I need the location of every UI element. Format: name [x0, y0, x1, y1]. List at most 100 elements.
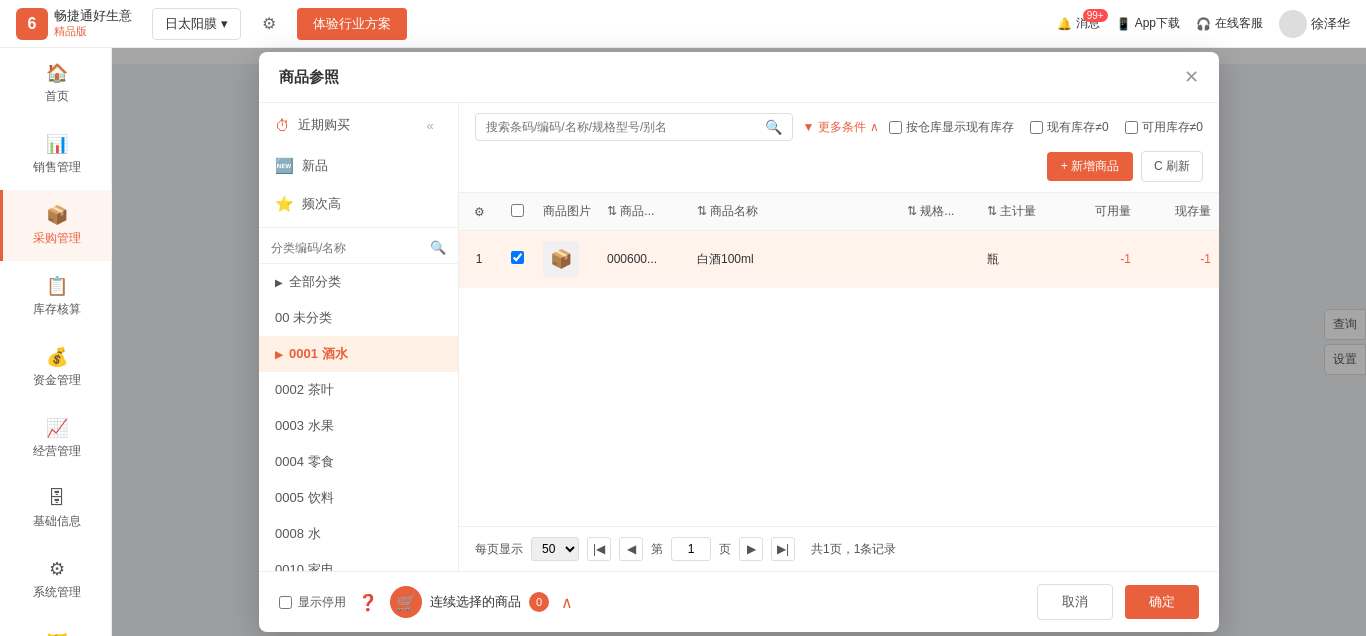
help-icon[interactable]: ❓	[358, 593, 378, 612]
divider	[259, 227, 458, 228]
row-available: -1	[1059, 231, 1139, 288]
category-all[interactable]: ▶ 全部分类	[259, 264, 458, 300]
add-product-button[interactable]: + 新增商品	[1047, 152, 1133, 181]
modal-header: 商品参照 ✕	[259, 52, 1219, 103]
sidebar-item-label: 采购管理	[33, 230, 81, 247]
category-search-input[interactable]	[271, 241, 424, 255]
prev-page-button[interactable]: ◀	[619, 537, 643, 561]
system-icon: ⚙	[49, 558, 65, 580]
nav-module-dropdown[interactable]: 日太阳膜 ▾	[152, 8, 241, 40]
search-icon[interactable]: 🔍	[765, 119, 782, 135]
filter-button[interactable]: ▼ 更多条件 ∧	[803, 119, 880, 136]
sidebar-item-basics[interactable]: 🗄 基础信息	[0, 474, 111, 544]
sidebar-item-purchase[interactable]: 📦 采购管理	[0, 190, 111, 261]
th-check[interactable]	[499, 193, 535, 231]
next-page-button[interactable]: ▶	[739, 537, 763, 561]
chevron-up-icon: ∧	[870, 120, 879, 134]
search-icon[interactable]: 🔍	[430, 240, 446, 255]
modal-title: 商品参照	[279, 68, 339, 87]
cart-section: 🛒 连续选择的商品 0	[390, 586, 549, 618]
left-nav-new[interactable]: 🆕 新品	[259, 147, 458, 185]
modal-footer: 显示停用 ❓ 🛒 连续选择的商品 0 ∧ 取消 确定	[259, 571, 1219, 632]
online-service-label: 在线客服	[1215, 15, 1263, 32]
th-name[interactable]: ⇅ 商品名称	[689, 193, 899, 231]
confirm-button[interactable]: 确定	[1125, 585, 1199, 619]
row-spec	[899, 231, 979, 288]
filter-icon: ▼	[803, 120, 815, 134]
row-unit: 瓶	[979, 231, 1059, 288]
sales-icon: 📊	[46, 133, 68, 155]
page-suffix: 页	[719, 541, 731, 558]
category-tea[interactable]: 0002 茶叶	[259, 372, 458, 408]
logo-icon: 6	[16, 8, 48, 40]
sidebar-item-inventory[interactable]: 📋 库存核算	[0, 261, 111, 332]
navbar-center: 日太阳膜 ▾ ⚙ 体验行业方案	[152, 8, 1057, 40]
chevron-down-icon: ▾	[221, 16, 228, 31]
settings-icon[interactable]: ⚙	[253, 8, 285, 40]
modal-left-panel: ⏱ 近期购买 « 🆕 新品 ⭐ 频次高	[259, 103, 459, 571]
username-label: 徐泽华	[1311, 15, 1350, 33]
show-disabled-label: 显示停用	[298, 594, 346, 611]
checkbox-stock-ne[interactable]: 现有库存≠0	[1030, 119, 1108, 136]
modal-toolbar: 🔍 ▼ 更多条件 ∧ 按仓库显示现有库存	[459, 103, 1219, 193]
notifications-item[interactable]: 🔔 99+ 消息	[1057, 15, 1100, 32]
filter-label: 更多条件	[818, 119, 866, 136]
modal-overlay: 商品参照 ✕ ⏱ 近期购买 « 🆕 新品	[112, 48, 1366, 636]
modal-close-button[interactable]: ✕	[1184, 66, 1199, 88]
online-service-item[interactable]: 🎧 在线客服	[1196, 15, 1263, 32]
category-liquor[interactable]: ▶ 0001 酒水	[259, 336, 458, 372]
inventory-icon: 📋	[46, 275, 68, 297]
category-water[interactable]: 0008 水	[259, 516, 458, 552]
brand-name: 畅捷通好生意	[54, 8, 132, 25]
left-nav-frequent[interactable]: ⭐ 频次高	[259, 185, 458, 223]
collapse-icon[interactable]: «	[418, 113, 442, 137]
per-page-select[interactable]: 50	[531, 537, 579, 561]
page-number-input[interactable]	[671, 537, 711, 561]
sidebar-item-finance[interactable]: 💰 资金管理	[0, 332, 111, 403]
product-table: ⚙ 商品图片 ⇅ 商品... ⇅ 商品名称	[459, 193, 1219, 288]
row-num: 1	[459, 231, 499, 288]
left-nav-recent[interactable]: ⏱ 近期购买 «	[259, 103, 458, 147]
app-logo: 6 畅捷通好生意 精品版	[16, 8, 132, 40]
category-uncategorized[interactable]: 00 未分类	[259, 300, 458, 336]
collapse-button[interactable]: ∧	[561, 593, 573, 612]
purchase-icon: 📦	[46, 204, 68, 226]
th-img: 商品图片	[535, 193, 599, 231]
category-snacks[interactable]: 0004 零食	[259, 444, 458, 480]
new-icon: 🆕	[275, 157, 294, 175]
sidebar-item-operations[interactable]: 📈 经营管理	[0, 403, 111, 474]
refresh-button[interactable]: C 刷新	[1141, 151, 1203, 182]
last-page-button[interactable]: ▶|	[771, 537, 795, 561]
category-appliances[interactable]: 0010 家电	[259, 552, 458, 571]
left-nav-recent-label: 近期购买	[298, 116, 350, 134]
cart-icon[interactable]: 🛒	[390, 586, 422, 618]
th-spec[interactable]: ⇅ 规格...	[899, 193, 979, 231]
experience-button[interactable]: 体验行业方案	[297, 8, 407, 40]
category-fruit[interactable]: 0003 水果	[259, 408, 458, 444]
app-download-item[interactable]: 📱 App下载	[1116, 15, 1180, 32]
category-drinks[interactable]: 0005 饮料	[259, 480, 458, 516]
sidebar-item-label: 库存核算	[33, 301, 81, 318]
row-check[interactable]	[499, 231, 535, 288]
sidebar-item-system[interactable]: ⚙ 系统管理	[0, 544, 111, 615]
sidebar-item-enterprise[interactable]: 🤝 企业协同	[0, 615, 111, 636]
first-page-button[interactable]: |◀	[587, 537, 611, 561]
sidebar-item-home[interactable]: 🏠 首页	[0, 48, 111, 119]
category-search: 🔍	[259, 232, 458, 264]
table-header-row: ⚙ 商品图片 ⇅ 商品... ⇅ 商品名称	[459, 193, 1219, 231]
user-item[interactable]: 徐泽华	[1279, 10, 1350, 38]
checkbox-avail-ne[interactable]: 可用库存≠0	[1125, 119, 1203, 136]
cart-label: 连续选择的商品	[430, 593, 521, 611]
show-disabled-checkbox[interactable]: 显示停用	[279, 594, 346, 611]
checkbox-warehouse[interactable]: 按仓库显示现有库存	[889, 119, 1014, 136]
sidebar: 🏠 首页 📊 销售管理 📦 采购管理 📋 库存核算 💰 资金管理 📈 经营管理 …	[0, 48, 112, 636]
left-nav-frequent-label: 频次高	[302, 195, 341, 213]
cancel-button[interactable]: 取消	[1037, 584, 1113, 620]
table-row[interactable]: 1 📦 000600... 白酒100ml 瓶 -1	[459, 231, 1219, 288]
sidebar-item-sales[interactable]: 📊 销售管理	[0, 119, 111, 190]
product-search-input[interactable]	[486, 120, 759, 134]
select-all-checkbox[interactable]	[511, 204, 524, 217]
th-unit[interactable]: ⇅ 主计量	[979, 193, 1059, 231]
th-code[interactable]: ⇅ 商品...	[599, 193, 689, 231]
th-settings[interactable]: ⚙	[459, 193, 499, 231]
